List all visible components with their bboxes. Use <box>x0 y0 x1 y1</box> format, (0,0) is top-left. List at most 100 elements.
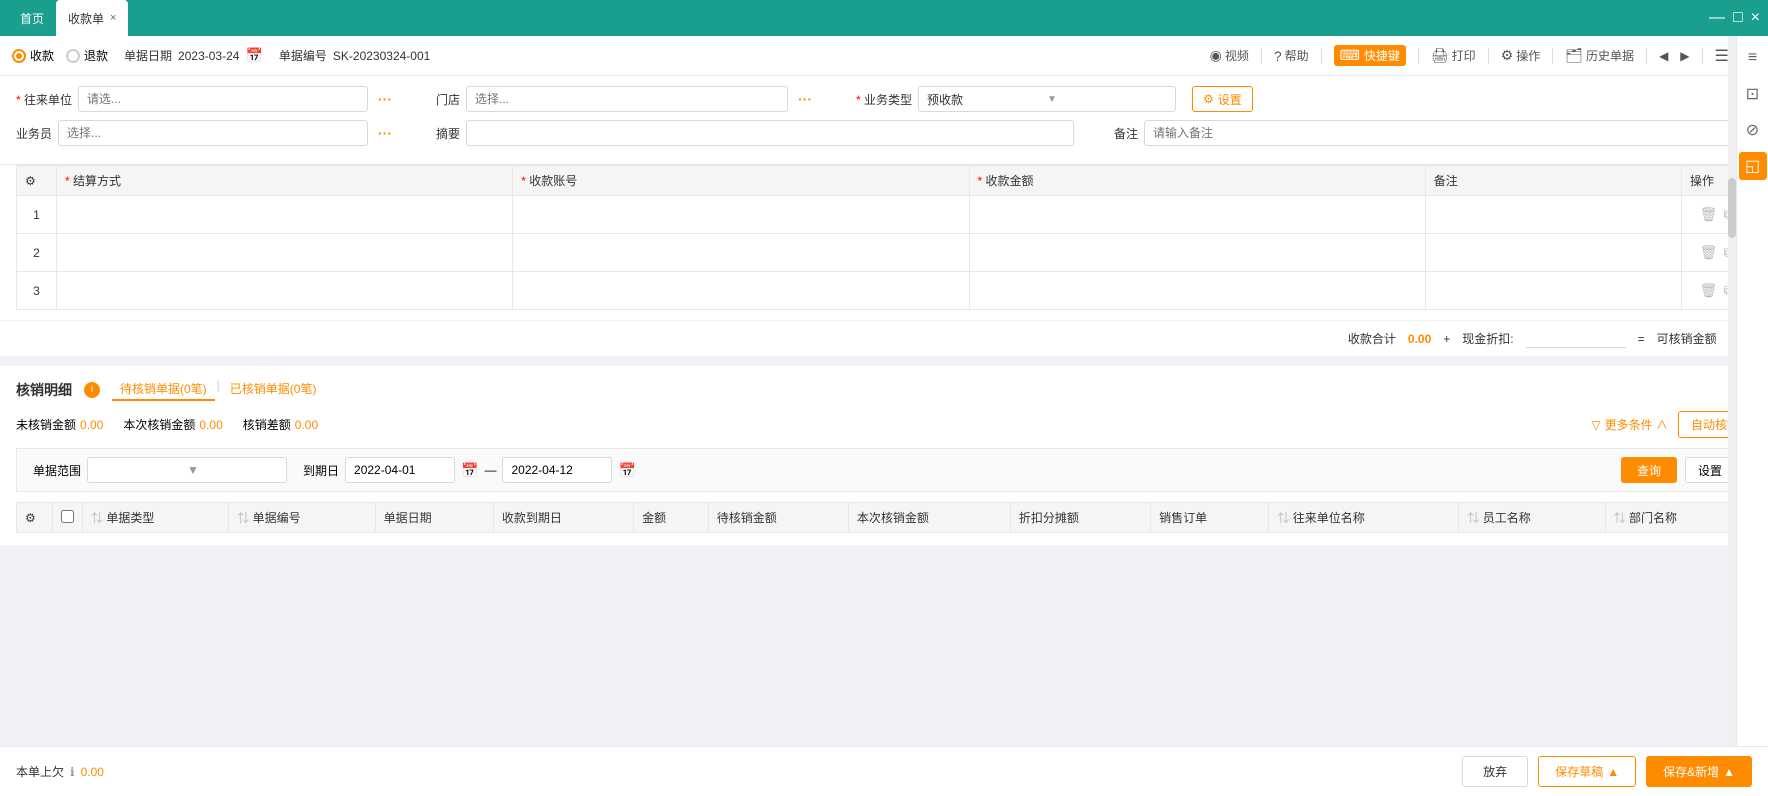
btn-action[interactable]: ⚙ 操作 <box>1501 47 1541 64</box>
form-row-1: 往来单位 ··· 门店 ··· 业务类型 预收款 ▼ ⚙ 设置 <box>16 86 1752 112</box>
row-account-2[interactable] <box>513 234 969 272</box>
calendar-icon[interactable]: 📅 <box>245 47 262 64</box>
btn-shortcut[interactable]: ⌨ 快捷键 <box>1334 45 1406 66</box>
summary-discount-label: 现金折扣: <box>1462 330 1513 347</box>
separator3 <box>1418 48 1419 64</box>
filter-date-end-input[interactable] <box>502 457 612 483</box>
partner-more-btn[interactable]: ··· <box>374 91 396 107</box>
table-row: 1 🗑 ⧉ <box>17 196 1752 234</box>
bt-col-due-date: 收款到期日 <box>493 503 633 533</box>
filter-range-label: 单据范围 <box>33 462 81 479</box>
separator6 <box>1646 48 1647 64</box>
btn-more-conditions[interactable]: ▽ 更多条件 ∧ <box>1591 416 1668 433</box>
bt-col-checkbox[interactable] <box>53 503 83 533</box>
row-account-3[interactable] <box>513 272 969 310</box>
bt-col-dept-label: 部门名称 <box>1629 511 1677 525</box>
tab-home[interactable]: 首页 <box>8 0 56 36</box>
btn-save-new[interactable]: 保存&新增 ▲ <box>1646 756 1752 787</box>
col-gear-header[interactable]: ⚙ <box>17 166 57 196</box>
date-field: 单据日期 2023-03-24 📅 <box>124 47 263 64</box>
right-panel: ≡ ⊡ ⊘ ◱ <box>1736 36 1768 746</box>
row-amount-1[interactable] <box>969 196 1425 234</box>
remark-input[interactable] <box>1144 120 1752 146</box>
list-view-icon[interactable]: ☰ <box>1715 46 1729 66</box>
bt-select-all[interactable] <box>61 510 74 523</box>
tab-receipt[interactable]: 收款单 × <box>56 0 128 36</box>
rp-icon-clipboard[interactable]: ⊡ <box>1739 80 1767 108</box>
biz-type-arrow: ▼ <box>1047 94 1167 105</box>
data-table-wrap: ⚙ * 结算方式 * 收款账号 * 收款金额 备注 操作 <box>0 165 1768 320</box>
window-close-icon[interactable]: × <box>1751 9 1760 27</box>
filter-range-select[interactable]: ▼ <box>87 457 287 483</box>
tab-close-icon[interactable]: × <box>110 12 116 24</box>
bt-col-current-label: 本次核销金额 <box>857 511 929 525</box>
row-delete-icon-2[interactable]: 🗑 <box>1700 244 1718 261</box>
row-amount-2[interactable] <box>969 234 1425 272</box>
radio-receipt[interactable]: 收款 <box>12 47 54 64</box>
window-max-icon[interactable]: □ <box>1733 9 1743 27</box>
staff-input[interactable] <box>58 120 368 146</box>
row-remark-1[interactable] <box>1425 196 1681 234</box>
row-delete-icon-1[interactable]: 🗑 <box>1700 206 1718 223</box>
row-num-1: 1 <box>17 196 57 234</box>
form-settings-btn[interactable]: ⚙ 设置 <box>1192 86 1253 112</box>
hexiao-tabs: 待核销单据(0笔) | 已核销单据(0笔) <box>112 378 324 401</box>
partner-input[interactable] <box>78 86 368 112</box>
btn-save-draft[interactable]: 保存草稿 ▲ <box>1538 756 1636 787</box>
store-more-btn[interactable]: ··· <box>794 91 816 107</box>
btn-query[interactable]: 查询 <box>1621 457 1677 483</box>
biz-type-select[interactable]: 预收款 ▼ <box>918 86 1176 112</box>
summary-discount-input[interactable] <box>1526 329 1626 348</box>
footer-info-icon[interactable]: ℹ <box>70 765 75 779</box>
bt-col-gear[interactable]: ⚙ <box>17 503 53 533</box>
store-input[interactable] <box>466 86 788 112</box>
nav-prev-icon[interactable]: ◀ <box>1659 49 1668 63</box>
stat-unchecked: 未核销金额 0.00 <box>16 416 103 433</box>
row-amount-3[interactable] <box>969 272 1425 310</box>
date-start-icon[interactable]: 📅 <box>461 462 478 479</box>
filter-date-start-input[interactable] <box>345 457 455 483</box>
btn-video[interactable]: ◉ 视频 <box>1210 47 1249 64</box>
btn-print[interactable]: 🖨 打印 <box>1431 47 1476 64</box>
partner-field: 往来单位 ··· <box>16 86 396 112</box>
row-delete-icon-3[interactable]: 🗑 <box>1700 282 1718 299</box>
btn-history[interactable]: 🗂 历史单据 <box>1565 47 1634 64</box>
date-end-icon[interactable]: 📅 <box>618 462 635 479</box>
tab-done[interactable]: 已核销单据(0笔) <box>222 378 325 401</box>
radio-refund[interactable]: 退款 <box>66 47 108 64</box>
radio-receipt-dot <box>12 49 26 63</box>
row-settlement-2[interactable] <box>57 234 513 272</box>
bt-col-partner: ⇅ 往来单位名称 <box>1269 503 1459 533</box>
btn-help[interactable]: ? 帮助 <box>1274 47 1309 64</box>
summary-row: 收款合计 0.00 + 现金折扣: = 可核销金额 0.00 <box>0 320 1768 356</box>
toolbar: 收款 退款 单据日期 2023-03-24 📅 单据编号 SK-20230324… <box>0 36 1768 76</box>
date-label: 单据日期 <box>124 47 172 64</box>
biz-type-field: 业务类型 预收款 ▼ <box>856 86 1176 112</box>
scrollbar-thumb[interactable] <box>1728 178 1736 238</box>
row-settlement-1[interactable] <box>57 196 513 234</box>
row-account-1[interactable] <box>513 196 969 234</box>
radio-refund-dot <box>66 49 80 63</box>
remark-field: 备注 <box>1114 120 1752 146</box>
window-min-icon[interactable]: — <box>1709 9 1725 27</box>
stat-diff-label: 核销差额 <box>243 416 291 433</box>
table-row: 2 🗑 ⧉ <box>17 234 1752 272</box>
hexiao-info-icon[interactable]: i <box>84 382 100 398</box>
staff-field: 业务员 ··· <box>16 120 396 146</box>
stat-unchecked-label: 未核销金额 <box>16 416 76 433</box>
nav-next-icon[interactable]: ▶ <box>1680 49 1689 63</box>
stat-unchecked-val: 0.00 <box>80 418 103 432</box>
btn-save-new-label: 保存&新增 <box>1663 763 1719 780</box>
summary-input[interactable] <box>466 120 1074 146</box>
video-icon: ◉ <box>1210 47 1222 64</box>
btn-abandon[interactable]: 放弃 <box>1462 756 1528 787</box>
staff-more-btn[interactable]: ··· <box>374 125 396 141</box>
rp-icon-attach[interactable]: ⊘ <box>1739 116 1767 144</box>
row-remark-3[interactable] <box>1425 272 1681 310</box>
rp-icon-expand[interactable]: ◱ <box>1739 152 1767 180</box>
save-new-arrow-icon: ▲ <box>1723 765 1735 779</box>
row-remark-2[interactable] <box>1425 234 1681 272</box>
rp-icon-table[interactable]: ≡ <box>1739 44 1767 72</box>
row-settlement-3[interactable] <box>57 272 513 310</box>
tab-pending[interactable]: 待核销单据(0笔) <box>112 378 215 401</box>
